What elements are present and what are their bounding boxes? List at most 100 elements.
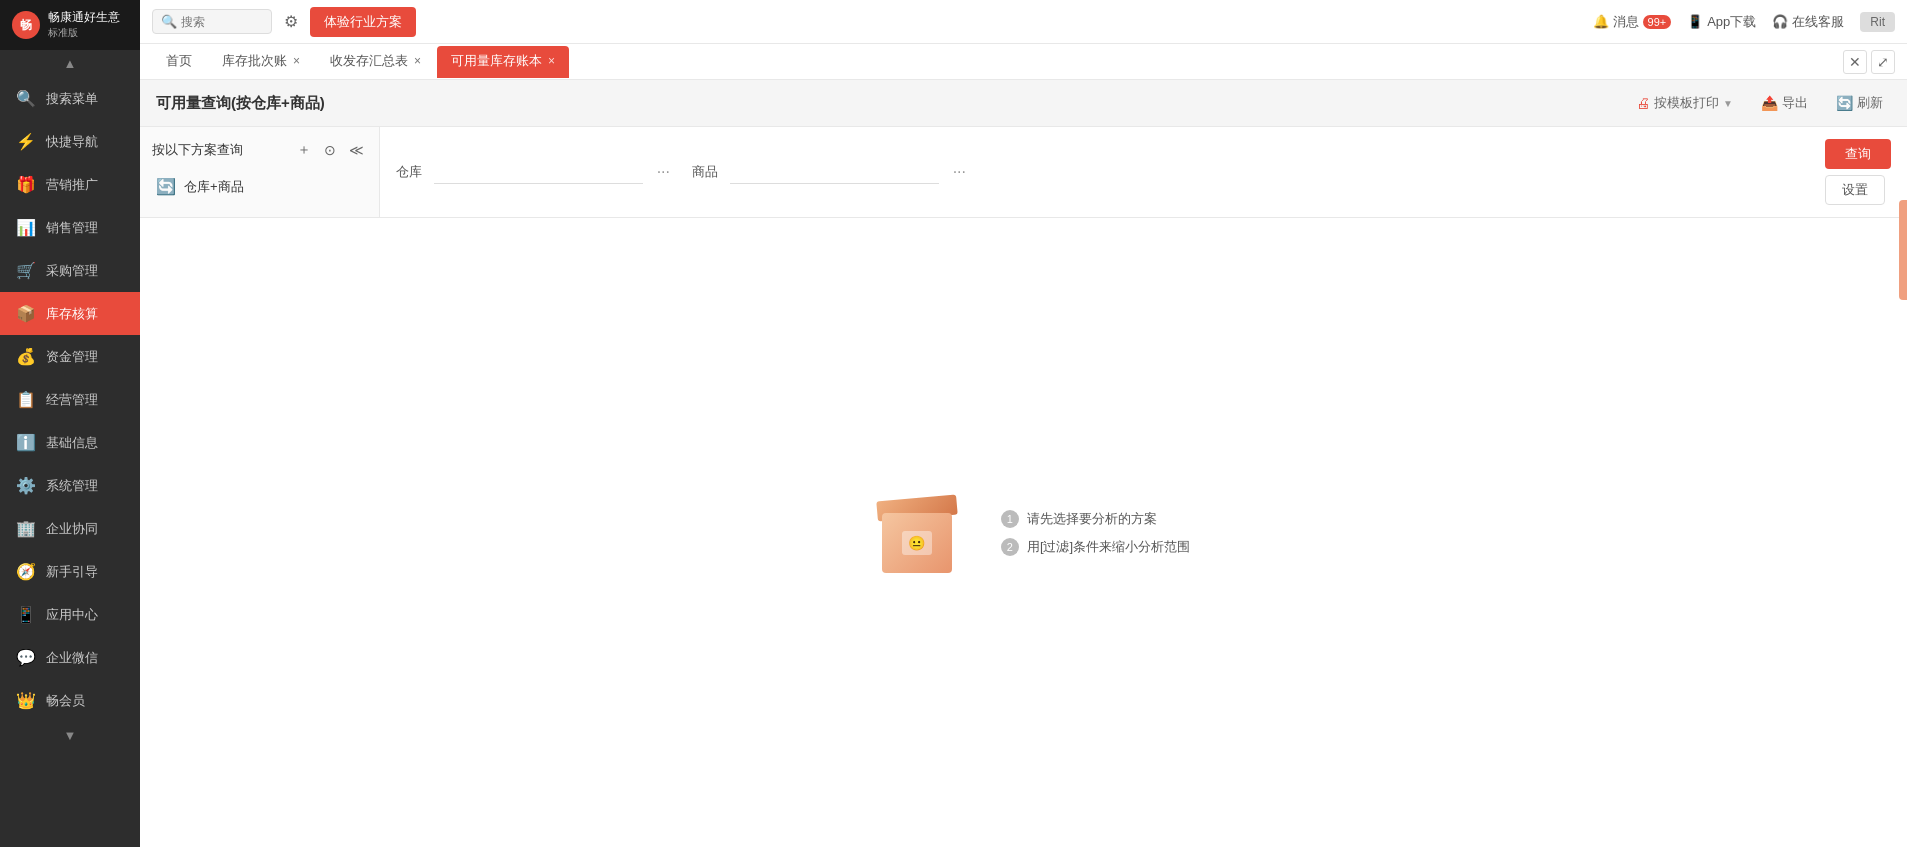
settings-icon[interactable]: ⚙ (280, 8, 302, 35)
warehouse-input[interactable] (434, 160, 643, 184)
tab-expand-button[interactable]: ⤢ (1871, 50, 1895, 74)
query-actions: 查询 设置 (1825, 139, 1891, 205)
tab-close-current-button[interactable]: ✕ (1843, 50, 1867, 74)
empty-hints: 1 请先选择要分析的方案 2 用[过滤]条件来缩小分析范围 (1001, 510, 1190, 556)
money-icon: 💰 (16, 347, 36, 366)
sidebar-item-sales[interactable]: 📊 销售管理 (0, 206, 140, 249)
empty-illustration: 😐 (857, 473, 977, 593)
filter-row: 仓库 ··· 商品 ··· 查询 设置 (396, 139, 1891, 205)
tab-close-available[interactable]: × (548, 54, 555, 68)
scheme-panel-header: 按以下方案查询 ＋ ⊙ ≪ (140, 135, 379, 169)
empty-box-icon: 😐 (872, 493, 962, 573)
chat-icon: 💬 (16, 648, 36, 667)
sidebar-header: 畅 畅康通好生意 标准版 (0, 0, 140, 50)
warehouse-filter-field: 仓库 ··· (396, 160, 676, 184)
page-header-actions: 🖨 按模板打印 ▼ 📤 导出 🔄 刷新 (1628, 90, 1891, 116)
scheme-settings-button[interactable]: ⊙ (319, 139, 341, 161)
sidebar-company-name: 畅康通好生意 (48, 10, 120, 26)
tab-summary[interactable]: 收发存汇总表 × (316, 46, 435, 78)
search-icon: 🔍 (16, 89, 36, 108)
sidebar-item-member[interactable]: 👑 畅会员 (0, 679, 140, 722)
scheme-panel-actions: ＋ ⊙ ≪ (293, 139, 367, 161)
sidebar-item-appstore[interactable]: 📱 应用中心 (0, 593, 140, 636)
mobile-icon: 📱 (1687, 14, 1703, 29)
message-button[interactable]: 🔔 消息 99+ (1593, 13, 1672, 31)
box-face: 😐 (902, 531, 932, 555)
sidebar-item-shortcut[interactable]: ⚡ 快捷导航 (0, 120, 140, 163)
scheme-cycle-icon: 🔄 (156, 177, 176, 196)
sidebar-edition-badge: 标准版 (48, 26, 120, 40)
topbar-actions: 🔔 消息 99+ 📱 App下载 🎧 在线客服 Rit (1593, 12, 1895, 32)
gear-icon: ⚙️ (16, 476, 36, 495)
sidebar-item-wechat[interactable]: 💬 企业微信 (0, 636, 140, 679)
chevron-down-icon: ▼ (1723, 98, 1733, 109)
sidebar-item-search[interactable]: 🔍 搜索菜单 (0, 77, 140, 120)
compass-icon: 🧭 (16, 562, 36, 581)
sidebar-item-finance[interactable]: 💰 资金管理 (0, 335, 140, 378)
sidebar: 畅 畅康通好生意 标准版 ▲ 🔍 搜索菜单 ⚡ 快捷导航 🎁 营销推广 📊 销售… (0, 0, 140, 847)
phone-icon: 📱 (16, 605, 36, 624)
page-header: 可用量查询(按仓库+商品) 🖨 按模板打印 ▼ 📤 导出 🔄 刷新 (140, 80, 1907, 127)
clipboard-icon: 📋 (16, 390, 36, 409)
add-scheme-button[interactable]: ＋ (293, 139, 315, 161)
query-area: 按以下方案查询 ＋ ⊙ ≪ 🔄 仓库+商品 仓库 (140, 127, 1907, 218)
industry-solution-button[interactable]: 体验行业方案 (310, 7, 416, 37)
printer-icon: 🖨 (1636, 95, 1650, 111)
sidebar-item-operation[interactable]: 📋 经营管理 (0, 378, 140, 421)
box-body: 😐 (882, 513, 952, 573)
sidebar-scroll-up[interactable]: ▲ (0, 50, 140, 77)
print-button[interactable]: 🖨 按模板打印 ▼ (1628, 90, 1741, 116)
tab-batch[interactable]: 库存批次账 × (208, 46, 314, 78)
search-icon: 🔍 (161, 14, 177, 29)
headset-icon: 🎧 (1772, 14, 1788, 29)
sidebar-item-marketing[interactable]: 🎁 营销推广 (0, 163, 140, 206)
app-download-button[interactable]: 📱 App下载 (1687, 13, 1756, 31)
tab-home[interactable]: 首页 (152, 46, 206, 78)
sidebar-item-purchase[interactable]: 🛒 采购管理 (0, 249, 140, 292)
sidebar-item-inventory[interactable]: 📦 库存核算 (0, 292, 140, 335)
message-badge: 99+ (1643, 15, 1672, 29)
topbar: 🔍 ⚙ 体验行业方案 🔔 消息 99+ 📱 App下载 🎧 在线客服 Rit (140, 0, 1907, 44)
refresh-icon: 🔄 (1836, 95, 1853, 111)
box-icon: 📦 (16, 304, 36, 323)
export-icon: 📤 (1761, 95, 1778, 111)
bell-icon: 🔔 (1593, 14, 1609, 29)
product-more-button[interactable]: ··· (947, 161, 972, 183)
building-icon: 🏢 (16, 519, 36, 538)
export-button[interactable]: 📤 导出 (1753, 90, 1816, 116)
scheme-collapse-button[interactable]: ≪ (345, 139, 367, 161)
main-area: 🔍 ⚙ 体验行业方案 🔔 消息 99+ 📱 App下载 🎧 在线客服 Rit (140, 0, 1907, 847)
page-title: 可用量查询(按仓库+商品) (156, 94, 325, 113)
filter-area: 仓库 ··· 商品 ··· 查询 设置 (380, 127, 1907, 217)
sidebar-item-system[interactable]: ⚙️ 系统管理 (0, 464, 140, 507)
product-filter-field: 商品 ··· (692, 160, 972, 184)
empty-hint-2: 2 用[过滤]条件来缩小分析范围 (1001, 538, 1190, 556)
sidebar-scroll-down[interactable]: ▼ (0, 722, 140, 749)
lightning-icon: ⚡ (16, 132, 36, 151)
online-service-button[interactable]: 🎧 在线客服 (1772, 13, 1844, 31)
sidebar-item-basic[interactable]: ℹ️ 基础信息 (0, 421, 140, 464)
filter-settings-button[interactable]: 设置 (1825, 175, 1885, 205)
sidebar-logo: 畅 (12, 11, 40, 39)
refresh-button[interactable]: 🔄 刷新 (1828, 90, 1891, 116)
scheme-item-warehouse-product[interactable]: 🔄 仓库+商品 (140, 169, 379, 204)
query-button[interactable]: 查询 (1825, 139, 1891, 169)
topbar-search-input[interactable] (181, 15, 261, 29)
page-content: 可用量查询(按仓库+商品) 🖨 按模板打印 ▼ 📤 导出 🔄 刷新 (140, 80, 1907, 847)
tab-available[interactable]: 可用量库存账本 × (437, 46, 569, 78)
sidebar-item-newbie[interactable]: 🧭 新手引导 (0, 550, 140, 593)
user-avatar[interactable]: Rit (1860, 12, 1895, 32)
warehouse-more-button[interactable]: ··· (651, 161, 676, 183)
tab-close-summary[interactable]: × (414, 54, 421, 68)
product-input[interactable] (730, 160, 939, 184)
gift-icon: 🎁 (16, 175, 36, 194)
sidebar-item-enterprise[interactable]: 🏢 企业协同 (0, 507, 140, 550)
scheme-panel: 按以下方案查询 ＋ ⊙ ≪ 🔄 仓库+商品 (140, 127, 380, 217)
empty-state: 😐 1 请先选择要分析的方案 2 用[过滤]条件来缩小分析范围 (140, 218, 1907, 847)
tab-close-batch[interactable]: × (293, 54, 300, 68)
topbar-search-box[interactable]: 🔍 (152, 9, 272, 34)
chart-icon: 📊 (16, 218, 36, 237)
right-scroll-indicator (1899, 200, 1907, 300)
tabs-bar: 首页 库存批次账 × 收发存汇总表 × 可用量库存账本 × ✕ ⤢ (140, 44, 1907, 80)
crown-icon: 👑 (16, 691, 36, 710)
